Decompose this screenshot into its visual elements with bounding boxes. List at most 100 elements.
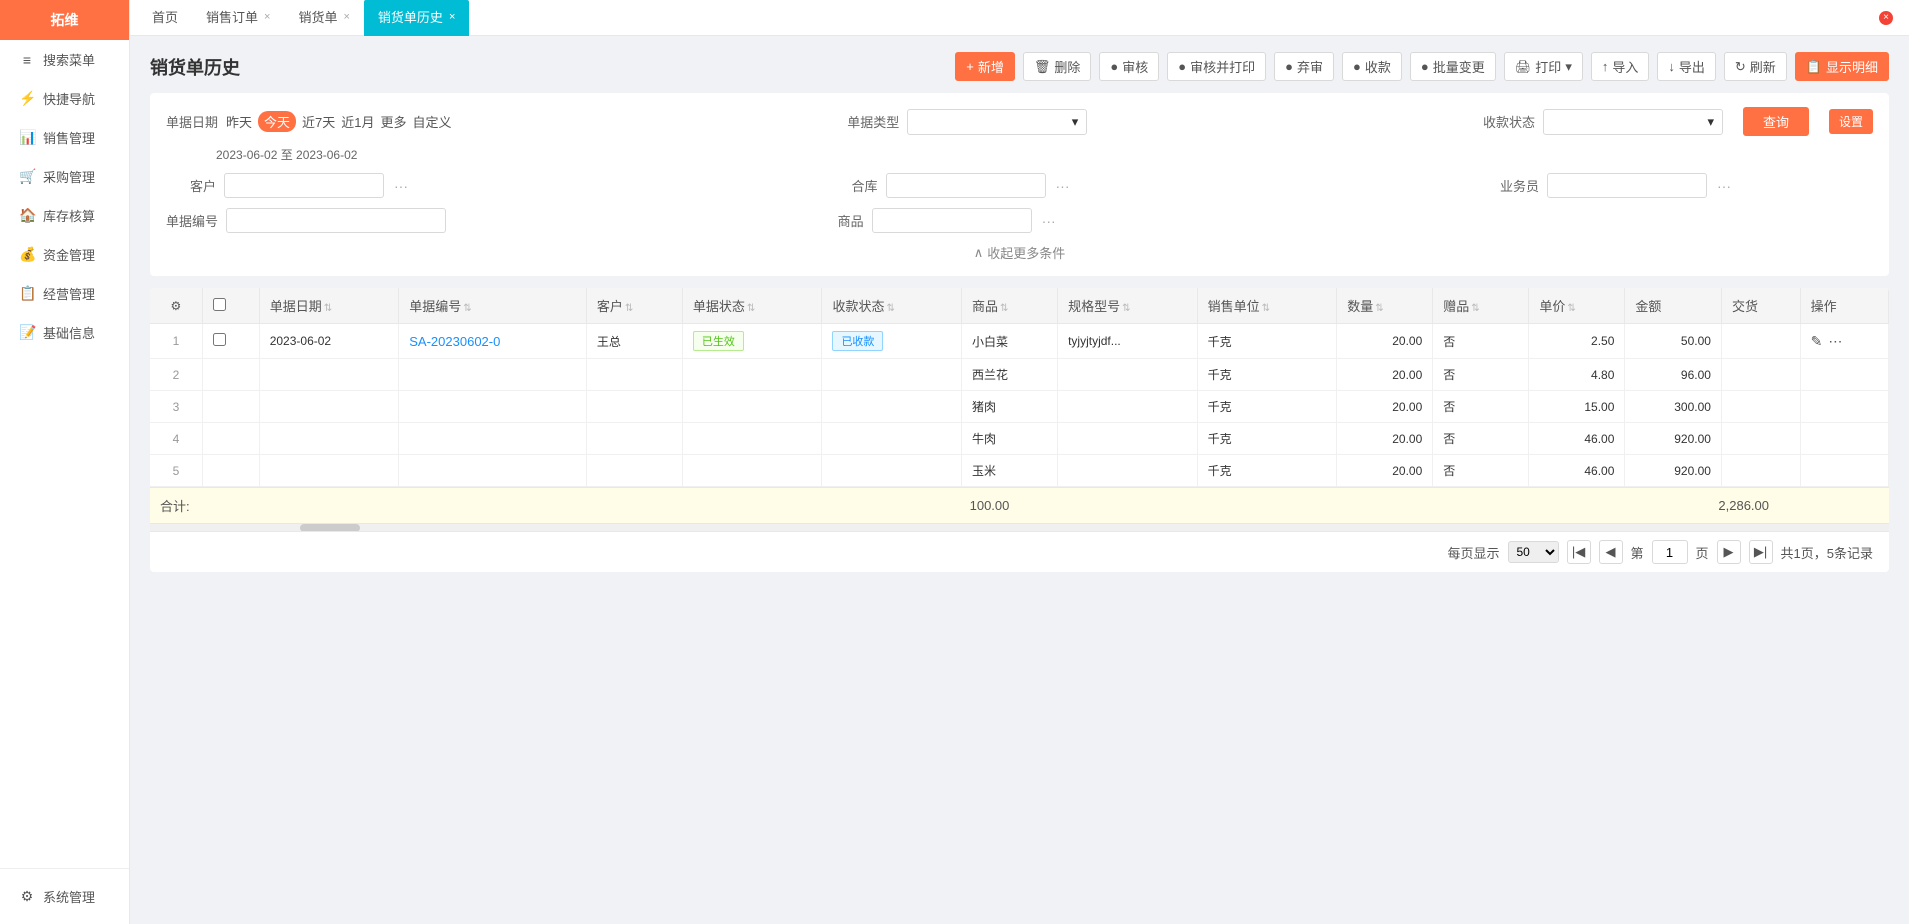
collect-status-select[interactable]: ▾	[1543, 109, 1723, 135]
horizontal-scrollbar[interactable]	[150, 523, 1889, 531]
filter-row-3: 单据编号 商品 ···	[166, 208, 1873, 233]
row-amount: 920.00	[1625, 423, 1722, 455]
settings-button[interactable]: 设置	[1829, 109, 1873, 134]
row-goods: 西兰花	[962, 359, 1058, 391]
th-goods: 商品⇅	[962, 288, 1058, 324]
date-more[interactable]: 更多	[381, 112, 407, 131]
sidebar-item-purchase-mgmt[interactable]: 🛒 采购管理	[0, 157, 129, 196]
row-collect-status	[822, 359, 962, 391]
date-today[interactable]: 今天	[258, 111, 296, 132]
abandon-button[interactable]: ● 弃审	[1274, 52, 1334, 81]
refresh-button[interactable]: ↻ 刷新	[1724, 52, 1787, 81]
per-page-select[interactable]: 50 20 100	[1508, 541, 1559, 563]
salesman-ellipsis-button[interactable]: ···	[1715, 178, 1733, 194]
more-action-button[interactable]: ⋯	[1828, 333, 1842, 350]
tab-home[interactable]: 首页	[138, 0, 192, 36]
sort-unit-icon[interactable]: ⇅	[1262, 303, 1270, 314]
sort-doc-status-icon[interactable]: ⇅	[747, 303, 755, 314]
tab-sales-goods-label: 销货单	[298, 0, 337, 36]
tab-sales-goods-close[interactable]: ×	[343, 12, 349, 23]
row-check[interactable]	[202, 324, 259, 359]
warehouse-ellipsis-button[interactable]: ···	[1054, 178, 1072, 194]
sidebar-item-sales-mgmt[interactable]: 📊 销售管理	[0, 118, 129, 157]
sort-spec-icon[interactable]: ⇅	[1122, 303, 1130, 314]
batch-change-button[interactable]: ● 批量变更	[1410, 52, 1496, 81]
salesman-input[interactable]	[1547, 173, 1707, 198]
tab-sales-goods[interactable]: 销货单 ×	[284, 0, 363, 36]
per-page-label: 每页显示	[1447, 543, 1499, 562]
tab-sales-history-close[interactable]: ×	[449, 12, 455, 23]
page-prev-button[interactable]: ◀	[1599, 540, 1623, 564]
page-next-button[interactable]: ▶	[1717, 540, 1741, 564]
sort-doc-no-icon[interactable]: ⇅	[463, 303, 471, 314]
query-button[interactable]: 查询	[1743, 107, 1809, 136]
sidebar-item-finance[interactable]: 💰 资金管理	[0, 235, 129, 274]
date-7days[interactable]: 近7天	[302, 112, 335, 131]
sidebar-item-base-info[interactable]: 📝 基础信息	[0, 313, 129, 352]
date-shortcuts: 昨天 今天 近7天 近1月 更多 自定义	[226, 111, 452, 132]
row-collect-status	[822, 391, 962, 423]
sidebar-item-sys-mgmt[interactable]: ⚙ 系统管理	[0, 877, 129, 916]
audit-print-button[interactable]: ● 审核并打印	[1167, 52, 1266, 81]
th-check[interactable]	[202, 288, 259, 324]
th-doc-status-label: 单据状态	[693, 299, 745, 314]
tab-sales-history[interactable]: 销货单历史 ×	[364, 0, 469, 36]
new-button[interactable]: + 新增	[955, 52, 1015, 81]
docno-input[interactable]	[226, 208, 446, 233]
filter-warehouse-item: 合库 ···	[828, 173, 1072, 198]
warehouse-input[interactable]	[886, 173, 1046, 198]
sidebar-item-inventory[interactable]: 🏠 库存核算	[0, 196, 129, 235]
date-yesterday[interactable]: 昨天	[226, 112, 252, 131]
row-num: 4	[150, 423, 202, 455]
abandon-icon: ●	[1285, 59, 1293, 74]
tab-sales-order-close[interactable]: ×	[264, 12, 270, 23]
customer-input[interactable]	[224, 173, 384, 198]
select-all-checkbox[interactable]	[213, 298, 226, 311]
goods-input[interactable]	[872, 208, 1032, 233]
date-custom[interactable]: 自定义	[413, 112, 452, 131]
sort-qty-icon[interactable]: ⇅	[1375, 303, 1383, 314]
sort-price-icon[interactable]: ⇅	[1567, 303, 1575, 314]
tab-sales-order[interactable]: 销售订单 ×	[192, 0, 284, 36]
goods-ellipsis-button[interactable]: ···	[1040, 213, 1058, 229]
row-check[interactable]	[202, 455, 259, 487]
doc-no-link[interactable]: SA-20230602-0	[409, 334, 500, 349]
docno-label: 单据编号	[166, 211, 218, 230]
edit-action-button[interactable]: ✎	[1811, 333, 1823, 350]
row-check[interactable]	[202, 423, 259, 455]
sort-doc-date-icon[interactable]: ⇅	[324, 303, 332, 314]
sort-collect-status-icon[interactable]: ⇅	[886, 303, 894, 314]
sidebar-item-search-menu[interactable]: ≡ 搜索菜单	[0, 40, 129, 79]
delete-button[interactable]: 🗑 删除	[1023, 52, 1092, 81]
filter-doc-type-item: 单据类型 ▾	[847, 109, 1087, 135]
sort-goods-icon[interactable]: ⇅	[1000, 303, 1008, 314]
sort-customer-icon[interactable]: ⇅	[625, 303, 633, 314]
row-amount: 96.00	[1625, 359, 1722, 391]
show-detail-button[interactable]: 📋 显示明细	[1795, 52, 1889, 81]
import-button[interactable]: ↑ 导入	[1591, 52, 1650, 81]
row-check[interactable]	[202, 359, 259, 391]
row-customer: 王总	[586, 324, 682, 359]
print-button[interactable]: 🖨 打印 ▾	[1504, 52, 1583, 81]
row-goods: 小白菜	[962, 324, 1058, 359]
collapse-button[interactable]: ∧ 收起更多条件	[166, 243, 1873, 262]
page-last-button[interactable]: ▶|	[1749, 540, 1773, 564]
page-first-button[interactable]: |◀	[1567, 540, 1591, 564]
export-button[interactable]: ↓ 导出	[1657, 52, 1716, 81]
row-unit: 千克	[1197, 423, 1337, 455]
row-checkbox[interactable]	[213, 333, 226, 346]
collect-button[interactable]: ● 收款	[1342, 52, 1402, 81]
sidebar-item-quick-nav[interactable]: ⚡ 快捷导航	[0, 79, 129, 118]
doc-type-select[interactable]: ▾	[907, 109, 1087, 135]
sidebar-item-ops[interactable]: 📋 经营管理	[0, 274, 129, 313]
date-1month[interactable]: 近1月	[341, 112, 374, 131]
row-check[interactable]	[202, 391, 259, 423]
audit-button[interactable]: ● 审核	[1099, 52, 1159, 81]
customer-ellipsis-button[interactable]: ···	[392, 178, 410, 194]
th-action: 操作	[1800, 288, 1888, 324]
window-close-button[interactable]: ×	[1879, 11, 1893, 25]
page-number-input[interactable]	[1652, 540, 1688, 564]
sort-gift-icon[interactable]: ⇅	[1471, 303, 1479, 314]
th-gear[interactable]: ⚙	[150, 288, 202, 324]
filter-row-2: 客户 ··· 合库 ··· 业务员 ···	[166, 173, 1873, 198]
